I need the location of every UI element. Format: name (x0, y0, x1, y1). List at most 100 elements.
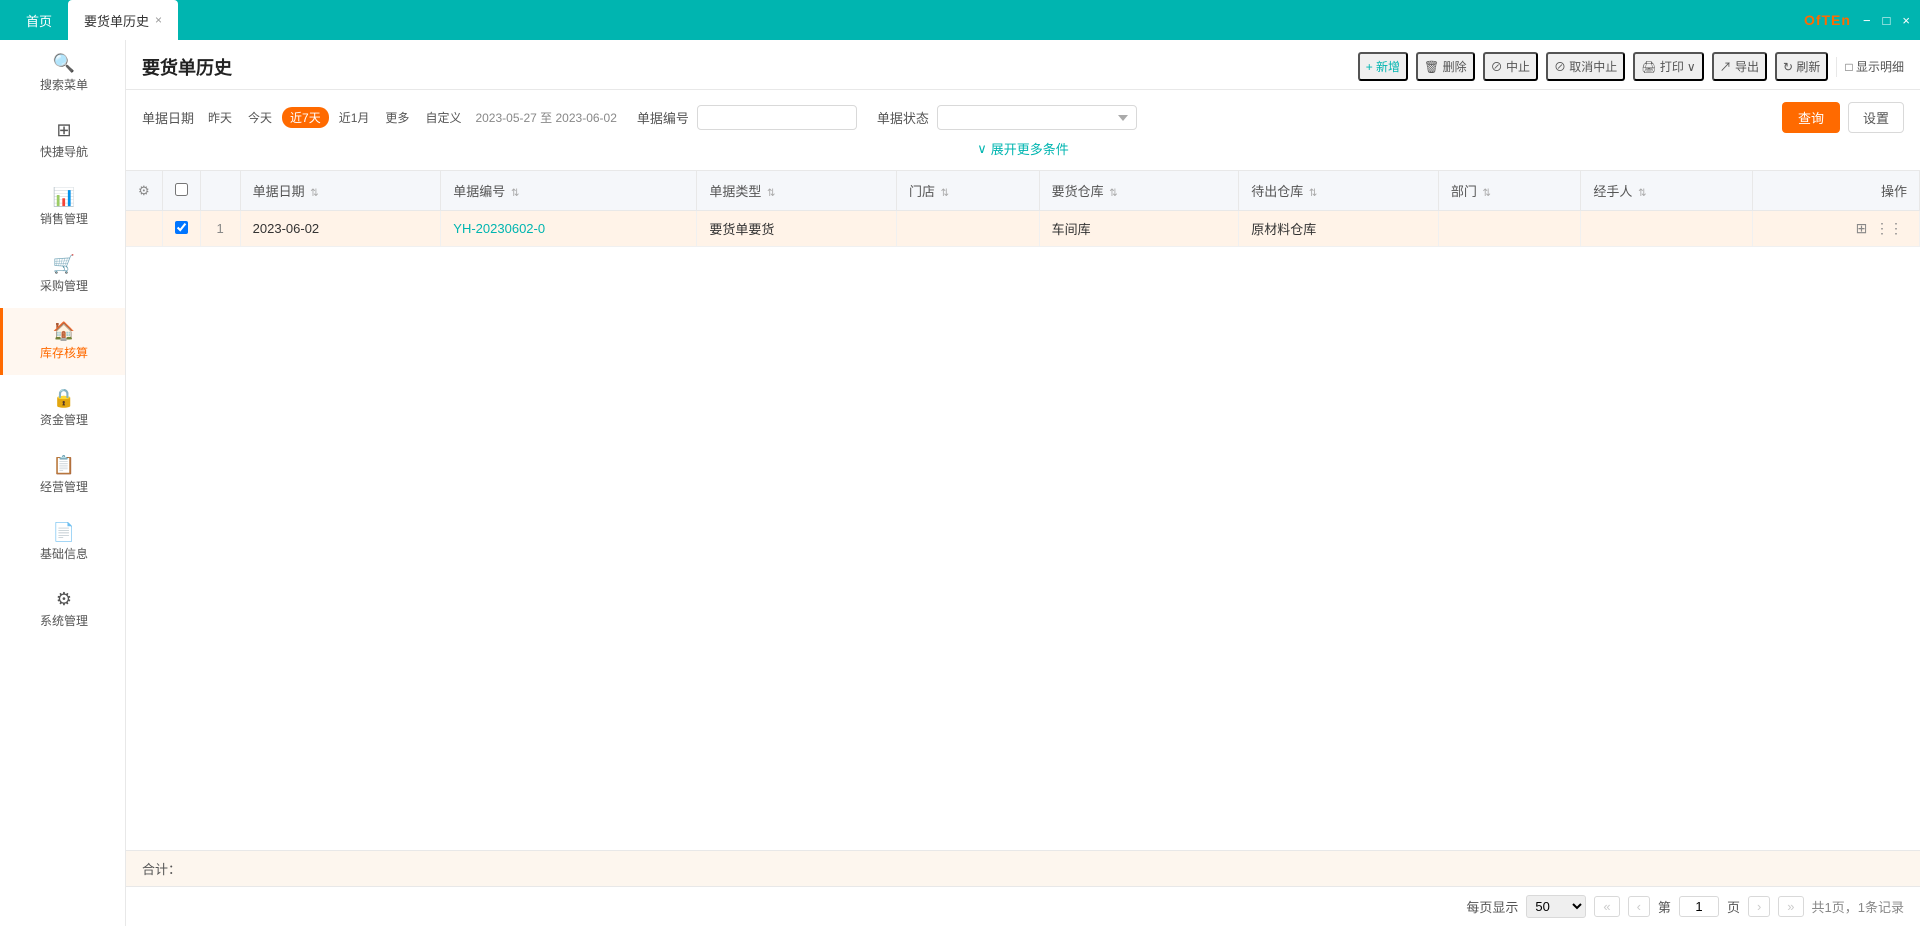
col-doc-date[interactable]: 单据日期 ⇅ (240, 171, 441, 211)
page-number-input[interactable] (1679, 896, 1719, 917)
doc-number-input[interactable] (697, 105, 857, 130)
sort-pending-warehouse-icon: ⇅ (1309, 188, 1317, 199)
sort-store-icon: ⇅ (941, 188, 949, 199)
sidebar-item-purchase[interactable]: 🛒 采购管理 (0, 241, 125, 308)
tab-close-icon[interactable]: × (155, 13, 162, 27)
sidebar-label-basic-info: 基础信息 (40, 545, 88, 562)
shortcut-1month[interactable]: 近1月 (333, 107, 376, 128)
search-menu-icon: 🔍 (53, 54, 75, 72)
page-title: 要货单历史 (142, 54, 232, 80)
sidebar-item-sales[interactable]: 📊 销售管理 (0, 174, 125, 241)
finance-icon: 🔒 (53, 389, 75, 407)
refresh-button[interactable]: ↻ 刷新 (1775, 52, 1828, 81)
row-edit-icon[interactable]: ⊞ (1856, 220, 1868, 236)
inventory-icon: 🏠 (53, 322, 75, 340)
display-detail-button[interactable]: □ 显示明细 (1845, 58, 1904, 75)
doc-number-link[interactable]: YH-20230602-0 (453, 221, 545, 236)
row-action-cell: ⊞ ⋮⋮ (1752, 211, 1919, 247)
row-doc-type: 要货单要货 (697, 211, 897, 247)
per-page-select[interactable]: 50 100 200 (1526, 895, 1586, 918)
shortcut-today[interactable]: 今天 (242, 107, 278, 128)
sidebar-label-operations: 经营管理 (40, 478, 88, 495)
shortcut-custom[interactable]: 自定义 (419, 107, 467, 128)
doc-status-select[interactable] (937, 105, 1137, 130)
footer-total-label: 合计： (142, 859, 181, 878)
table-container: ⚙ 单据日期 ⇅ 单据编号 ⇅ (126, 171, 1920, 850)
table-header-row: ⚙ 单据日期 ⇅ 单据编号 ⇅ (126, 171, 1920, 211)
export-button[interactable]: ↗ 导出 (1712, 52, 1767, 81)
delete-button[interactable]: 🗑 删除 (1416, 52, 1475, 81)
per-page-label: 每页显示 (1466, 897, 1518, 916)
select-all-checkbox[interactable] (175, 183, 188, 196)
row-req-warehouse: 车间库 (1039, 211, 1239, 247)
page-header: 要货单历史 + 新增 🗑 删除 ⊘ 中止 ⊘ 取消中止 🖨 打印 ∨ ↗ 导出 … (126, 40, 1920, 90)
sidebar-label-sales: 销售管理 (40, 210, 88, 227)
row-checkbox-cell[interactable] (162, 211, 200, 247)
cancel-stop-button[interactable]: ⊘ 取消中止 (1546, 52, 1625, 81)
filter-row: 单据日期 昨天 今天 近7天 近1月 更多 自定义 2023-05-27 至 2… (142, 102, 1904, 133)
doc-number-label: 单据编号 (637, 108, 689, 127)
new-button[interactable]: + 新增 (1358, 52, 1408, 81)
settings-button[interactable]: 设置 (1848, 102, 1904, 133)
expand-more-button[interactable]: ∨ 展开更多条件 (142, 139, 1904, 158)
query-button[interactable]: 查询 (1782, 102, 1840, 133)
col-settings[interactable]: ⚙ (126, 171, 162, 211)
quick-nav-icon: ⊞ (56, 121, 71, 139)
col-pending-warehouse[interactable]: 待出仓库 ⇅ (1239, 171, 1439, 211)
sidebar-item-operations[interactable]: 📋 经营管理 (0, 442, 125, 509)
col-store[interactable]: 门店 ⇅ (897, 171, 1040, 211)
sort-doc-number-icon: ⇅ (511, 188, 519, 199)
shortcut-more[interactable]: 更多 (379, 107, 415, 128)
maximize-icon[interactable]: □ (1883, 13, 1891, 28)
row-num-cell: 1 (200, 211, 240, 247)
sidebar-item-inventory[interactable]: 🏠 库存核算 (0, 308, 125, 375)
col-department[interactable]: 部门 ⇅ (1438, 171, 1581, 211)
row-doc-number[interactable]: YH-20230602-0 (441, 211, 697, 247)
table-footer: 合计： (126, 850, 1920, 886)
col-req-warehouse[interactable]: 要货仓库 ⇅ (1039, 171, 1239, 211)
tab-home[interactable]: 首页 (10, 0, 68, 40)
top-bar: 首页 要货单历史 × OfTEn − □ × (0, 0, 1920, 40)
next-page-button[interactable]: › (1748, 896, 1770, 917)
sidebar-label-quick-nav: 快捷导航 (40, 143, 88, 160)
table-row: 1 2023-06-02 YH-20230602-0 要货单要货 车间库 原材料… (126, 211, 1920, 247)
sort-req-warehouse-icon: ⇅ (1109, 188, 1117, 199)
row-checkbox[interactable] (175, 221, 188, 234)
sidebar-label-inventory: 库存核算 (40, 344, 88, 361)
shortcut-7days[interactable]: 近7天 (282, 107, 329, 128)
operations-icon: 📋 (53, 456, 75, 474)
col-doc-type[interactable]: 单据类型 ⇅ (697, 171, 897, 211)
main-table: ⚙ 单据日期 ⇅ 单据编号 ⇅ (126, 171, 1920, 247)
print-dropdown-icon[interactable]: ∨ (1687, 60, 1696, 74)
doc-date-label: 单据日期 (142, 108, 194, 127)
col-handler[interactable]: 经手人 ⇅ (1581, 171, 1752, 211)
stop-button[interactable]: ⊘ 中止 (1483, 52, 1538, 81)
minimize-icon[interactable]: − (1863, 13, 1871, 28)
toolbar: + 新增 🗑 删除 ⊘ 中止 ⊘ 取消中止 🖨 打印 ∨ ↗ 导出 ↻ 刷新 □… (1358, 52, 1904, 81)
col-checkbox (162, 171, 200, 211)
sidebar-label-purchase: 采购管理 (40, 277, 88, 294)
first-page-button[interactable]: « (1594, 896, 1619, 917)
sidebar-item-basic-info[interactable]: 📄 基础信息 (0, 509, 125, 576)
sort-department-icon: ⇅ (1482, 188, 1490, 199)
sidebar-item-finance[interactable]: 🔒 资金管理 (0, 375, 125, 442)
col-doc-number[interactable]: 单据编号 ⇅ (441, 171, 697, 211)
sidebar-item-system[interactable]: ⚙ 系统管理 (0, 576, 125, 643)
sidebar-item-search-menu[interactable]: 🔍 搜索菜单 (0, 40, 125, 107)
toolbar-divider (1836, 57, 1837, 77)
last-page-button[interactable]: » (1778, 896, 1803, 917)
prev-page-button[interactable]: ‹ (1628, 896, 1650, 917)
row-more-icon[interactable]: ⋮⋮ (1875, 220, 1903, 236)
sort-doc-type-icon: ⇅ (767, 188, 775, 199)
date-filter-group: 单据日期 昨天 今天 近7天 近1月 更多 自定义 2023-05-27 至 2… (142, 107, 617, 128)
col-num (200, 171, 240, 211)
shortcut-yesterday[interactable]: 昨天 (202, 107, 238, 128)
print-button[interactable]: 🖨 打印 ∨ (1633, 52, 1703, 81)
tab-active[interactable]: 要货单历史 × (68, 0, 178, 40)
total-info: 共1页，1条记录 (1812, 897, 1904, 916)
sidebar-item-quick-nav[interactable]: ⊞ 快捷导航 (0, 107, 125, 174)
doc-status-filter-group: 单据状态 (877, 105, 1137, 130)
window-close-icon[interactable]: × (1902, 13, 1910, 28)
sort-doc-date-icon: ⇅ (310, 188, 318, 199)
page-label: 第 (1658, 897, 1671, 916)
